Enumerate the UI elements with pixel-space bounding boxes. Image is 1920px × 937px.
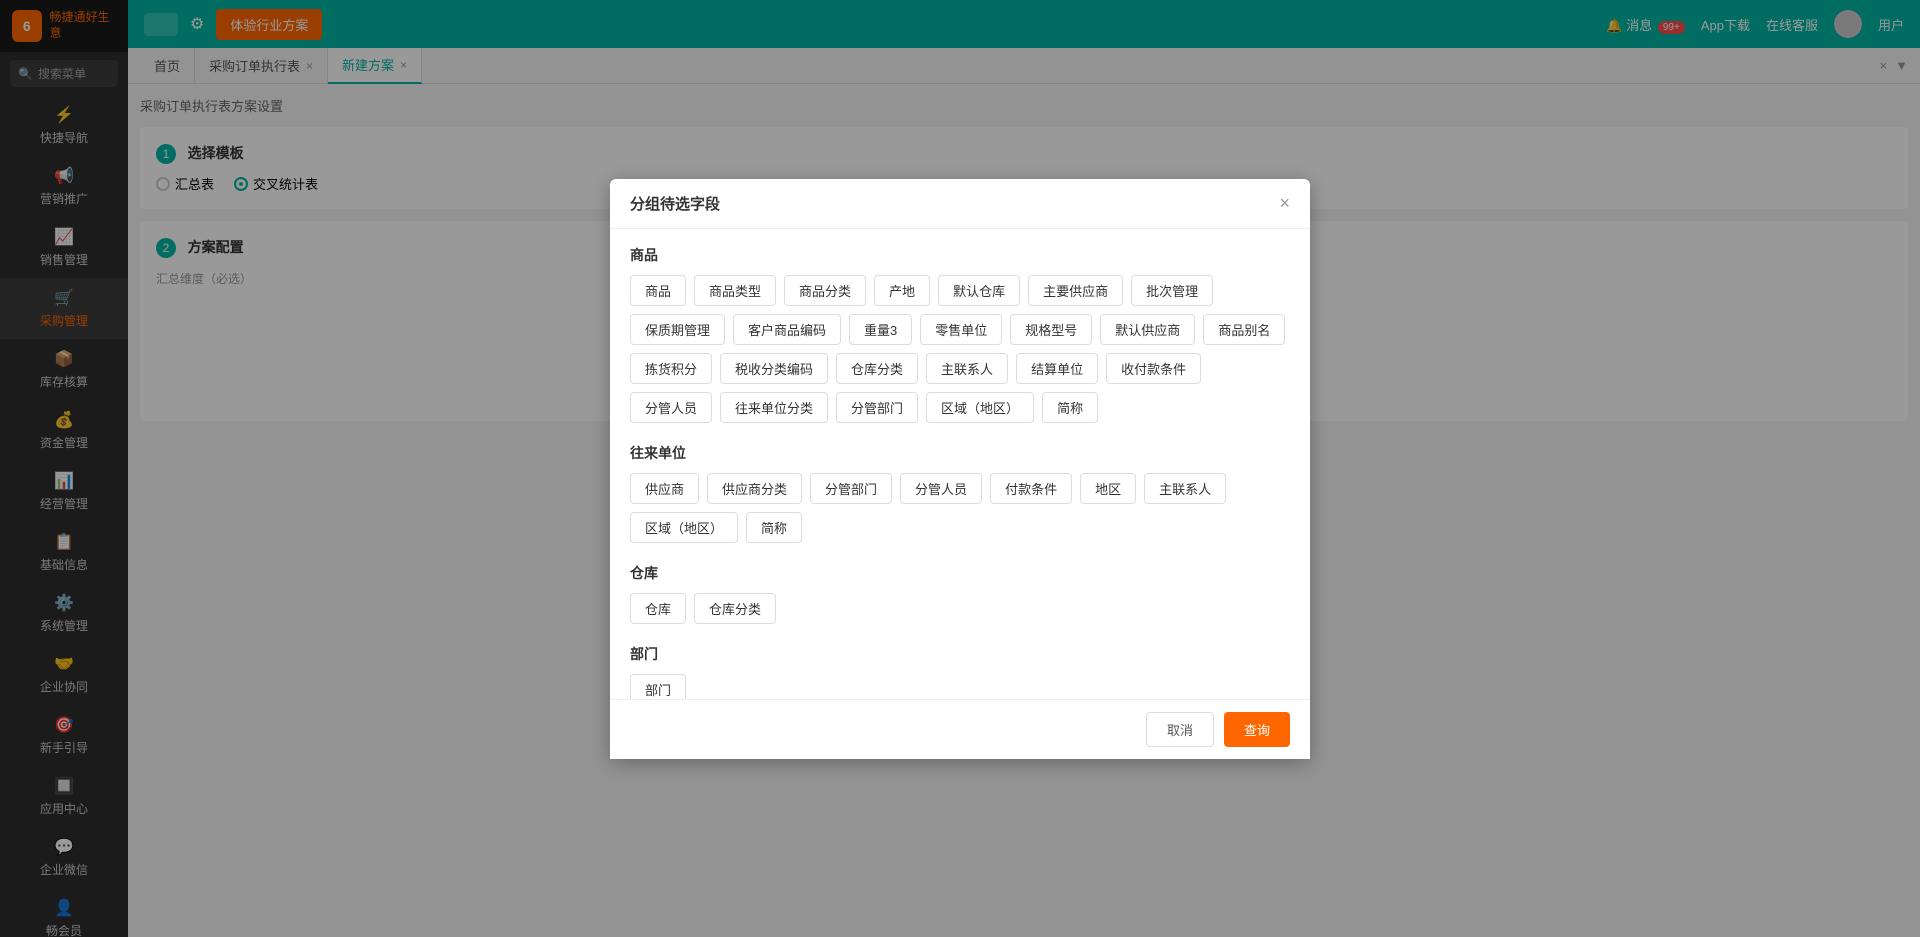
field-tags-warehouse: 仓库仓库分类 — [630, 593, 1290, 624]
field-tag-区域（地区）[interactable]: 区域（地区） — [926, 392, 1034, 423]
field-tag-商品类型[interactable]: 商品类型 — [694, 275, 776, 306]
modal-overlay: 分组待选字段 × 商品 商品商品类型商品分类产地默认仓库主要供应商批次管理保质期… — [0, 0, 1920, 937]
field-tag-零售单位[interactable]: 零售单位 — [920, 314, 1002, 345]
field-tag-收付款条件[interactable]: 收付款条件 — [1106, 353, 1201, 384]
field-group-goods: 商品 商品商品类型商品分类产地默认仓库主要供应商批次管理保质期管理客户商品编码重… — [630, 245, 1290, 423]
field-tags-department: 部门 — [630, 674, 1290, 699]
field-tag-默认仓库[interactable]: 默认仓库 — [938, 275, 1020, 306]
field-tag-付款条件[interactable]: 付款条件 — [990, 473, 1072, 504]
field-group-partner-title: 往来单位 — [630, 443, 1290, 463]
field-tag-保质期管理[interactable]: 保质期管理 — [630, 314, 725, 345]
modal-close-icon[interactable]: × — [1279, 193, 1290, 214]
field-tag-简称[interactable]: 简称 — [746, 512, 802, 543]
field-tag-分管部门[interactable]: 分管部门 — [836, 392, 918, 423]
field-tags-partner: 供应商供应商分类分管部门分管人员付款条件地区主联系人区域（地区） 简称 — [630, 473, 1290, 543]
modal-header: 分组待选字段 × — [610, 179, 1310, 229]
modal-cancel-btn[interactable]: 取消 — [1146, 712, 1214, 747]
field-tag-仓库分类[interactable]: 仓库分类 — [836, 353, 918, 384]
field-tag-商品[interactable]: 商品 — [630, 275, 686, 306]
field-tag-分管部门[interactable]: 分管部门 — [810, 473, 892, 504]
modal-confirm-btn[interactable]: 查询 — [1224, 712, 1290, 747]
field-tag-商品别名[interactable]: 商品别名 — [1203, 314, 1285, 345]
field-tag-规格型号[interactable]: 规格型号 — [1010, 314, 1092, 345]
field-tag-主联系人[interactable]: 主联系人 — [926, 353, 1008, 384]
modal: 分组待选字段 × 商品 商品商品类型商品分类产地默认仓库主要供应商批次管理保质期… — [610, 179, 1310, 759]
field-group-goods-title: 商品 — [630, 245, 1290, 265]
field-tag-往来单位分类[interactable]: 往来单位分类 — [720, 392, 828, 423]
field-tags-goods: 商品商品类型商品分类产地默认仓库主要供应商批次管理保质期管理客户商品编码重量3 零… — [630, 275, 1290, 423]
field-tag-分管人员[interactable]: 分管人员 — [900, 473, 982, 504]
field-tag-供应商[interactable]: 供应商 — [630, 473, 699, 504]
field-tag-分管人员[interactable]: 分管人员 — [630, 392, 712, 423]
field-tag-部门[interactable]: 部门 — [630, 674, 686, 699]
field-tag-商品分类[interactable]: 商品分类 — [784, 275, 866, 306]
modal-title: 分组待选字段 — [630, 193, 720, 214]
field-tag-拣货积分[interactable]: 拣货积分 — [630, 353, 712, 384]
field-group-department: 部门 部门 — [630, 644, 1290, 699]
field-tag-供应商分类[interactable]: 供应商分类 — [707, 473, 802, 504]
field-tag-主联系人[interactable]: 主联系人 — [1144, 473, 1226, 504]
field-group-department-title: 部门 — [630, 644, 1290, 664]
field-tag-重量3[interactable]: 重量3 — [849, 314, 912, 345]
field-tag-默认供应商[interactable]: 默认供应商 — [1100, 314, 1195, 345]
field-group-partner: 往来单位 供应商供应商分类分管部门分管人员付款条件地区主联系人区域（地区） 简称 — [630, 443, 1290, 543]
field-tag-批次管理[interactable]: 批次管理 — [1131, 275, 1213, 306]
field-tag-仓库[interactable]: 仓库 — [630, 593, 686, 624]
field-tag-地区[interactable]: 地区 — [1080, 473, 1136, 504]
field-tag-主要供应商[interactable]: 主要供应商 — [1028, 275, 1123, 306]
modal-footer: 取消 查询 — [610, 699, 1310, 759]
field-tag-简称[interactable]: 简称 — [1042, 392, 1098, 423]
field-group-warehouse: 仓库 仓库仓库分类 — [630, 563, 1290, 624]
modal-body: 商品 商品商品类型商品分类产地默认仓库主要供应商批次管理保质期管理客户商品编码重… — [610, 229, 1310, 699]
field-group-warehouse-title: 仓库 — [630, 563, 1290, 583]
field-tag-税收分类编码[interactable]: 税收分类编码 — [720, 353, 828, 384]
field-tag-区域（地区）[interactable]: 区域（地区） — [630, 512, 738, 543]
field-tag-结算单位[interactable]: 结算单位 — [1016, 353, 1098, 384]
field-tag-客户商品编码[interactable]: 客户商品编码 — [733, 314, 841, 345]
field-tag-仓库分类[interactable]: 仓库分类 — [694, 593, 776, 624]
field-tag-产地[interactable]: 产地 — [874, 275, 930, 306]
